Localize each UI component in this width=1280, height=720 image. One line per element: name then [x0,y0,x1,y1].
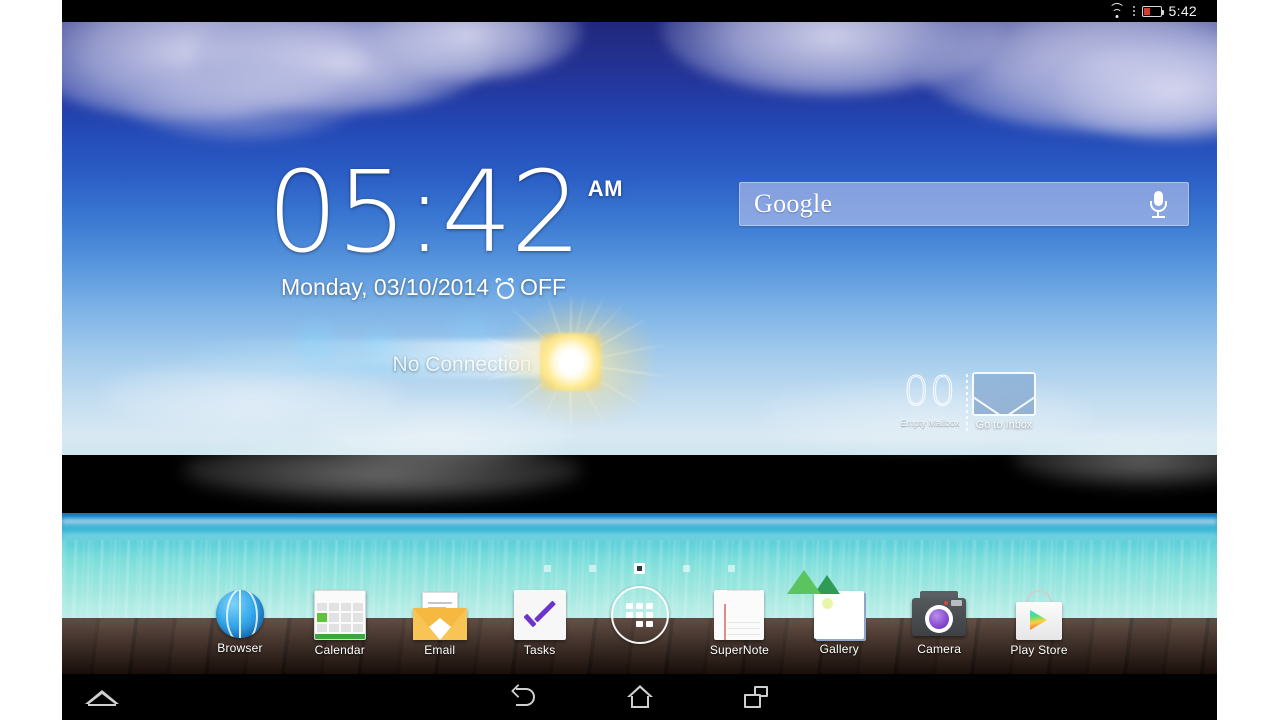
clock-time-row: 05:42 AM [267,148,647,278]
shopping-bag-play-icon [1013,590,1065,640]
clock-meridiem: AM [587,176,623,201]
dock-app-label: Tasks [523,643,556,657]
alarm-clock-icon [494,276,515,299]
email-count-label: Empty Mailbox [900,418,960,428]
dock-app-drawer[interactable] [590,586,690,647]
navigation-bar [62,674,1217,720]
page-dot[interactable] [683,565,690,572]
email-inbox-section[interactable]: Go to Inbox [968,372,1040,431]
home-icon [626,685,653,709]
status-bar-clock: 5:42 [1168,3,1197,19]
status-bar[interactable]: 5:42 [62,0,1217,22]
envelope-icon [972,372,1036,416]
dock-app-tasks[interactable]: Tasks [490,586,590,657]
calendar-icon [313,590,366,640]
page-dot[interactable] [728,565,735,572]
dock-app-browser[interactable]: Browser [190,586,290,655]
tablet-screen: 5:42 05:42 AM Monday, 03/10/2014 OFF No … [62,0,1217,720]
email-widget[interactable]: 00 Empty Mailbox Go to Inbox [900,372,1040,438]
camera-icon [912,591,967,639]
dock-app-label: SuperNote [709,643,769,657]
envelope-open-icon [412,592,467,640]
home-button[interactable] [608,674,672,720]
dock-app-label: Gallery [819,642,859,656]
app-dock: Browser Calendar Email Tasks SuperNote G… [62,570,1217,672]
app-drawer-grid-icon [610,586,669,644]
dock-app-label: Play Store [1010,643,1068,657]
page-indicator [62,563,1217,574]
page-dot[interactable] [544,565,551,572]
microphone-icon[interactable] [1148,190,1168,218]
nav-center-group [492,674,788,720]
email-unread-count: 00 [903,369,957,415]
wifi-icon [1109,2,1126,18]
weather-widget[interactable]: No Connection [257,295,647,420]
dock-app-play-store[interactable]: Play Store [989,586,1089,657]
notepad-icon [714,590,765,640]
battery-low-icon [1141,5,1165,17]
dock-toggle-button[interactable] [70,674,134,720]
clock-widget[interactable]: 05:42 AM Monday, 03/10/2014 OFF [267,148,647,301]
google-logo: Google [754,189,833,218]
glow-blob [285,313,347,369]
page-dot[interactable] [589,565,596,572]
cloud [122,60,362,140]
page-dot-active[interactable] [634,563,645,574]
weather-condition-label: No Connection [392,353,532,376]
dock-app-supernote[interactable]: SuperNote [689,586,789,657]
signal-dots-icon [1132,6,1135,16]
go-to-inbox-label: Go to Inbox [975,419,1033,431]
dock-app-label: Email [424,643,456,657]
dock-app-label: Camera [917,642,962,656]
dock-app-calendar[interactable]: Calendar [290,586,390,657]
clock-time: 05:42 [267,148,582,278]
back-arrow-icon [511,686,537,708]
photo-mountains-icon [787,570,865,639]
chevron-roof-icon [85,689,119,706]
dock-app-label: Browser [217,641,263,655]
recents-button[interactable] [724,674,788,720]
dock-app-camera[interactable]: Camera [889,586,989,656]
dock-app-email[interactable]: Email [390,586,490,657]
globe-icon [215,590,264,638]
recents-squares-icon [743,686,768,708]
back-button[interactable] [492,674,556,720]
dock-app-label: Calendar [314,643,365,657]
google-search-bar[interactable]: Google [739,182,1189,226]
checklist-icon [513,590,566,640]
email-count-section: 00 Empty Mailbox [900,369,960,429]
dock-app-gallery[interactable]: Gallery [787,570,889,656]
surf-line [62,519,1217,527]
low-cloud [182,440,582,500]
